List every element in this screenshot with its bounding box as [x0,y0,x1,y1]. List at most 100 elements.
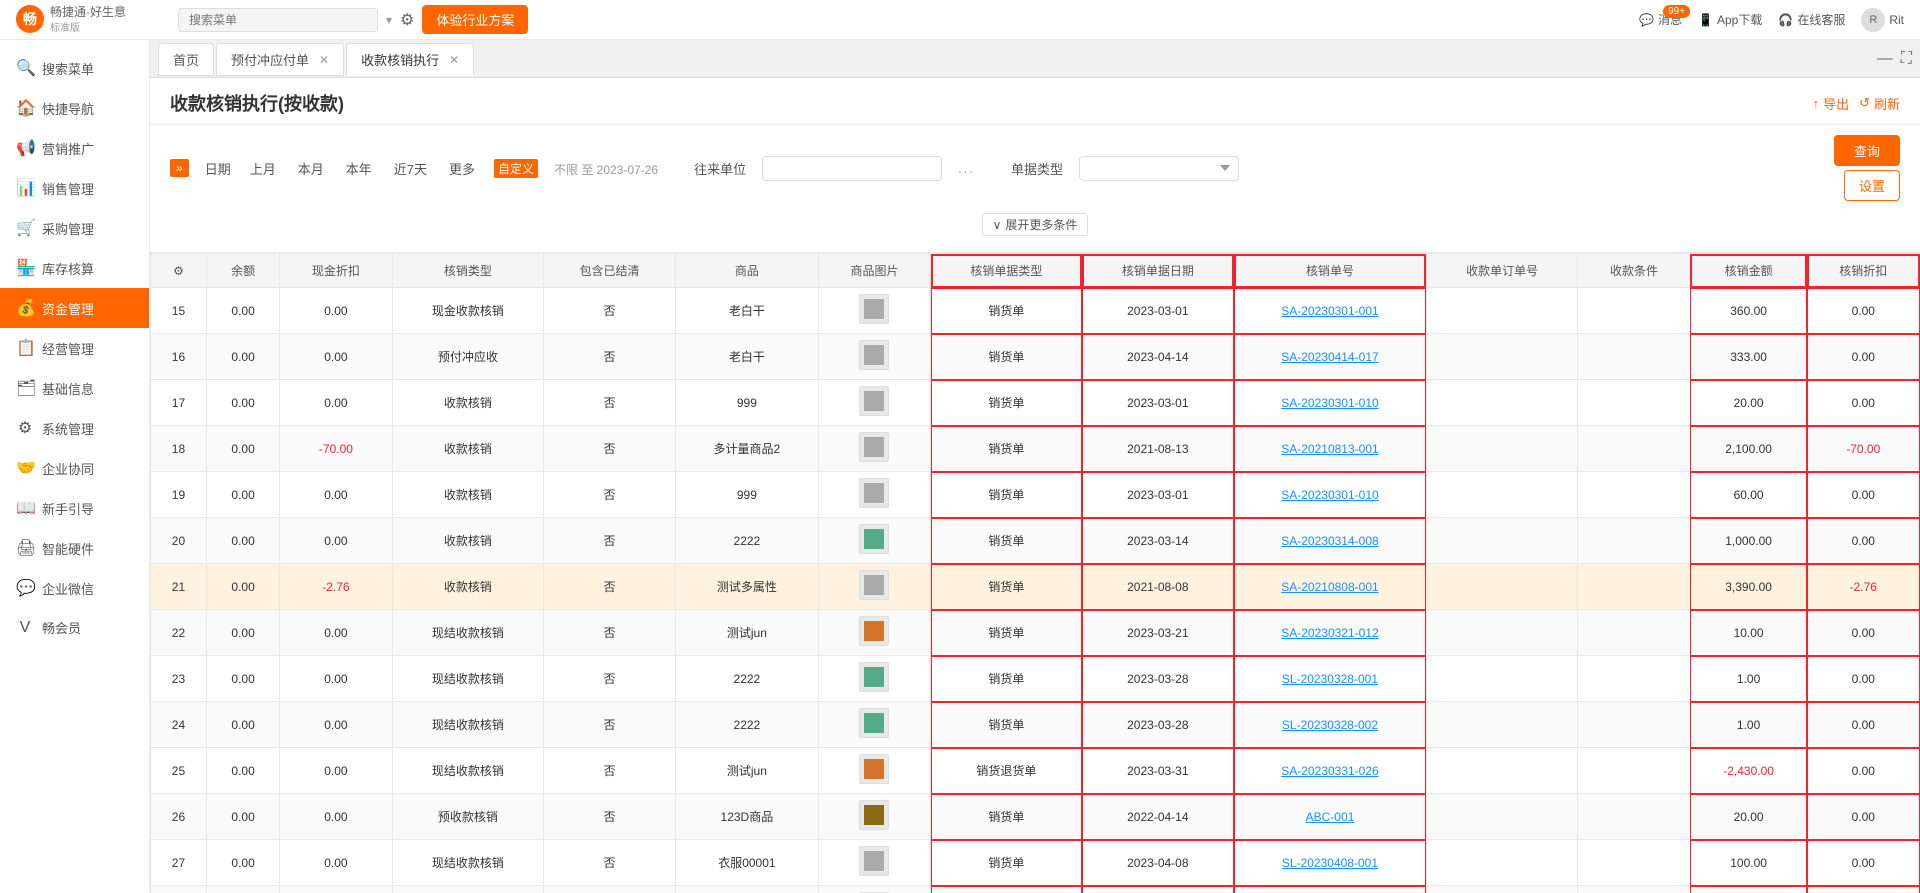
tab-receipt-close[interactable]: ✕ [449,53,459,67]
sidebar-item-guide[interactable]: 📖 新手引导 [0,488,149,528]
table-row: 20 0.00 0.00 收款核销 否 2222 销货单 2023-03-14 … [151,518,1920,564]
tab-receipt[interactable]: 收款核销执行 ✕ [346,43,474,76]
cell-cancel-bill-no[interactable]: SA-20230331-026 [1234,748,1427,794]
bill-no-link[interactable]: SA-20230414-017 [1281,350,1378,364]
sidebar-item-wechat[interactable]: 💬 企业微信 [0,568,149,608]
single-type-select[interactable] [1079,156,1239,181]
cell-cancel-bill-date: 2023-03-14 [1082,518,1233,564]
cell-cancel-bill-no[interactable]: SA-20230321-012 [1234,610,1427,656]
online-service-link[interactable]: 🎧 在线客服 [1778,11,1845,28]
cell-cancel-bill-no[interactable]: ABC-001 [1234,794,1427,840]
filter-expand-arrow[interactable]: » [170,159,189,177]
table-row: 24 0.00 0.00 现结收款核销 否 2222 销货单 2023-03-2… [151,702,1920,748]
top-search-input[interactable] [178,8,378,32]
bill-no-link[interactable]: SA-20230321-012 [1281,626,1378,640]
col-settings[interactable]: ⚙ [151,254,207,288]
cell-include-settled: 否 [544,426,676,472]
bill-no-link[interactable]: SA-20230314-008 [1281,534,1378,548]
tab-maximize-icon[interactable]: ⛶ [1901,50,1912,68]
date-custom-btn[interactable]: 自定义 [494,159,538,178]
cell-cancel-bill-no[interactable]: SA-20210808-001 [1234,564,1427,610]
cell-cancel-discount: -2.76 [1807,564,1920,610]
sidebar-label-corp: 企业协同 [42,459,94,478]
cell-cancel-bill-no[interactable]: SA-20230301-010 [1234,380,1427,426]
cell-cancel-bill-no[interactable]: SA-20210813-001 [1234,426,1427,472]
sidebar-label-basic: 基础信息 [42,379,94,398]
cell-cancel-amount: 100.00 [1690,840,1807,886]
bill-no-link[interactable]: SA-20230331-026 [1281,764,1378,778]
tab-home[interactable]: 首页 [158,43,214,76]
cell-cancel-amount: 1.00 [1690,656,1807,702]
cell-cancel-bill-no[interactable]: SA-20230314-008 [1234,518,1427,564]
bill-no-link[interactable]: ABC-001 [1306,810,1355,824]
bill-no-link[interactable]: SA-20230301-001 [1281,304,1378,318]
bill-no-link[interactable]: SL-20230328-002 [1282,718,1378,732]
cell-product: 123D商品 [675,794,818,840]
sidebar-item-corp[interactable]: 🤝 企业协同 [0,448,149,488]
sidebar-item-member[interactable]: V 畅会员 [0,608,149,647]
dropdown-arrow-icon[interactable]: ▾ [386,13,392,27]
bill-no-link[interactable]: SA-20210808-001 [1281,580,1378,594]
bill-no-link[interactable]: SL-20230328-001 [1282,672,1378,686]
query-button[interactable]: 查询 [1834,135,1900,166]
cell-cancel-amount: 100.00 [1690,886,1807,893]
cell-product-img [818,748,930,794]
tab-receipt-label: 收款核销执行 [361,50,439,69]
sidebar-item-finance[interactable]: 💰 资金管理 [0,288,149,328]
tab-prepay[interactable]: 预付冲应付单 ✕ [216,43,344,76]
cell-cancel-bill-no[interactable]: SL-20230418-001 [1234,886,1427,893]
sidebar-item-search[interactable]: 🔍 搜索菜单 [0,48,149,88]
refresh-btn[interactable]: ↺ 刷新 [1859,94,1900,113]
date-last-month[interactable]: 上月 [247,159,279,178]
from-unit-input[interactable] [762,156,942,181]
bill-no-link[interactable]: SA-20230301-010 [1281,488,1378,502]
cell-cancel-bill-no[interactable]: SA-20230301-010 [1234,472,1427,518]
gear-icon[interactable]: ⚙ [400,10,414,30]
message-area[interactable]: 💬 消息 99+ [1639,11,1682,28]
cell-cancel-bill-no[interactable]: SL-20230328-001 [1234,656,1427,702]
sidebar-label-guide: 新手引导 [42,499,94,518]
export-btn[interactable]: ↑ 导出 [1813,94,1850,113]
cell-product: 测试jun [675,610,818,656]
sidebar-item-sales[interactable]: 📊 销售管理 [0,168,149,208]
cell-include-settled: 否 [544,288,676,334]
cell-cancel-type: 现结收款核销 [392,748,543,794]
sidebar-item-quicknav[interactable]: 🏠 快捷导航 [0,88,149,128]
setting-button[interactable]: 设置 [1844,170,1900,201]
sidebar-label-system: 系统管理 [42,419,94,438]
col-product: 商品 [675,254,818,288]
cell-cancel-bill-no[interactable]: SA-20230301-001 [1234,288,1427,334]
cell-cancel-type: 收款核销 [392,472,543,518]
tab-bar-right: — ⛶ [1877,50,1912,68]
col-cancel-bill-date: 核销单据日期 [1082,254,1233,288]
date-this-month[interactable]: 本月 [295,159,327,178]
product-image [859,616,889,646]
date-this-year[interactable]: 本年 [343,159,375,178]
sidebar-item-basic[interactable]: 🗂 基础信息 [0,368,149,408]
sidebar-item-inventory[interactable]: 🏪 库存核算 [0,248,149,288]
industry-btn[interactable]: 体验行业方案 [422,5,528,34]
sidebar-item-purchase[interactable]: 🛒 采购管理 [0,208,149,248]
sidebar-item-marketing[interactable]: 📢 营销推广 [0,128,149,168]
tab-prepay-close[interactable]: ✕ [319,53,329,67]
cell-cancel-bill-no[interactable]: SL-20230328-002 [1234,702,1427,748]
date-7days[interactable]: 近7天 [391,159,430,178]
bill-no-link[interactable]: SA-20230301-010 [1281,396,1378,410]
cell-cancel-bill-no[interactable]: SL-20230408-001 [1234,840,1427,886]
sidebar-item-business[interactable]: 📋 经营管理 [0,328,149,368]
cell-receipt-order-no [1426,380,1577,426]
cell-include-settled: 否 [544,702,676,748]
expand-more-btn[interactable]: ∨ 展开更多条件 [982,213,1089,236]
cell-cancel-bill-no[interactable]: SA-20230414-017 [1234,334,1427,380]
dots-separator: ... [958,161,975,176]
tab-minimize-icon[interactable]: — [1877,50,1893,68]
cell-receipt-order-no [1426,564,1577,610]
user-area[interactable]: R Rit [1861,8,1904,32]
date-more[interactable]: 更多 [446,159,478,178]
bill-no-link[interactable]: SL-20230408-001 [1282,856,1378,870]
sidebar-item-hardware[interactable]: 🖨 智能硬件 [0,528,149,568]
app-download-link[interactable]: 📱 App下载 [1698,11,1762,28]
cell-cash-discount: 0.00 [280,886,392,893]
sidebar-item-system[interactable]: ⚙ 系统管理 [0,408,149,448]
bill-no-link[interactable]: SA-20210813-001 [1281,442,1378,456]
